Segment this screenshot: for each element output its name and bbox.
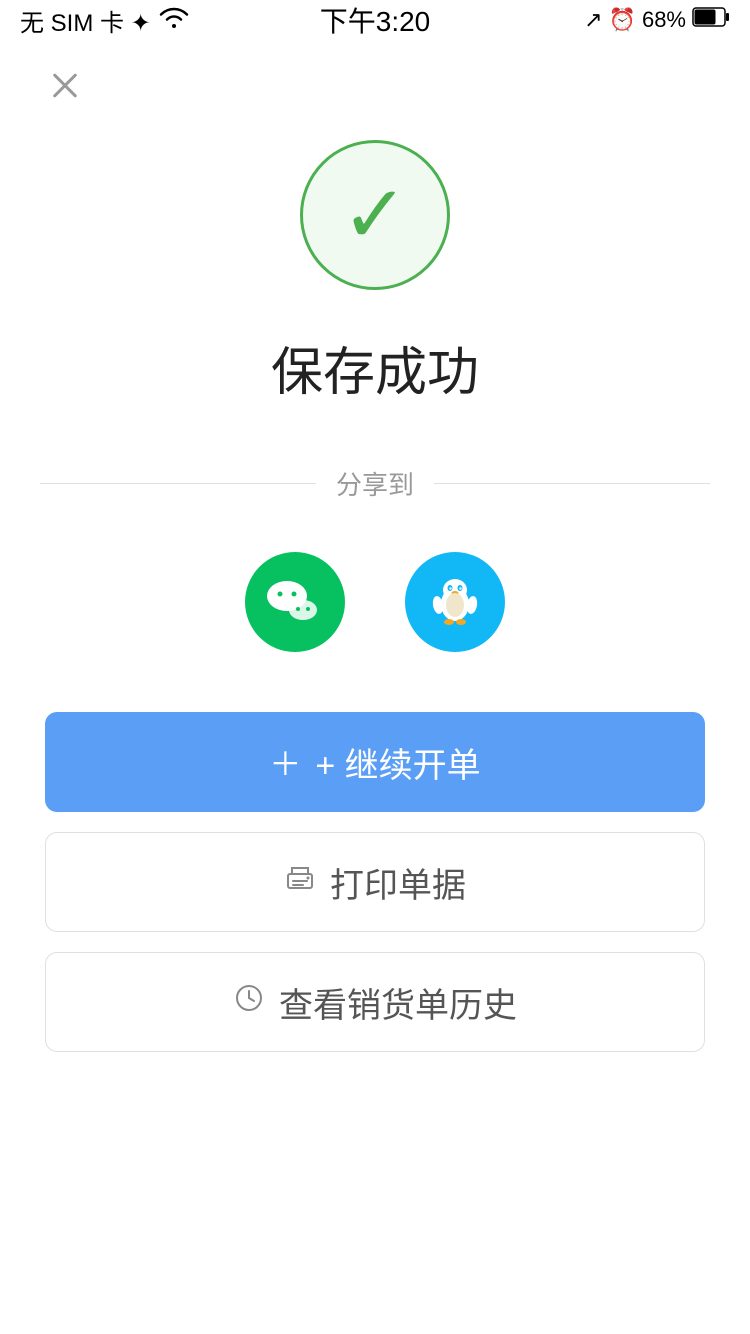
main-content: ✓ 保存成功 分享到 [0,40,750,1052]
wifi-icon [159,6,189,35]
wechat-icon [265,572,325,632]
share-icons [40,552,710,652]
print-button[interactable]: 打印单据 [45,832,705,932]
close-button[interactable] [40,60,90,110]
status-right: ↗ ⏰ 68% [584,7,730,33]
success-title: 保存成功 [271,330,479,405]
divider-line-left [40,483,316,484]
battery-icon [692,7,730,33]
success-circle: ✓ [300,140,450,290]
history-button[interactable]: 查看销货单历史 [45,952,705,1052]
status-time: 下午3:20 [320,0,431,40]
qq-share-button[interactable] [405,552,505,652]
wechat-share-button[interactable] [245,552,345,652]
no-sim-text: 无 SIM 卡 ✦ [20,3,151,38]
battery-text: 68% [642,7,686,33]
checkmark-icon: ✓ [341,175,408,255]
share-section: 分享到 [0,465,750,652]
continue-order-button[interactable]: ＋ + 继续开单 [45,712,705,812]
status-bar: 无 SIM 卡 ✦ 下午3:20 ↗ ⏰ 68% [0,0,750,40]
action-buttons: ＋ + 继续开单 打印单据 查看销货单 [45,712,705,1052]
qq-icon [425,572,485,632]
continue-order-label: + 继续开单 [315,738,480,787]
history-label: 查看销货单历史 [279,978,517,1027]
divider-line-right [434,483,710,484]
history-icon [233,982,265,1022]
share-divider: 分享到 [40,465,710,502]
plus-icon: ＋ [269,739,301,785]
printer-icon [284,862,316,902]
alarm-icon: ⏰ [609,7,636,33]
location-icon: ↗ [584,7,602,33]
print-label: 打印单据 [330,858,466,907]
share-label: 分享到 [336,465,414,502]
status-left: 无 SIM 卡 ✦ [20,3,189,38]
